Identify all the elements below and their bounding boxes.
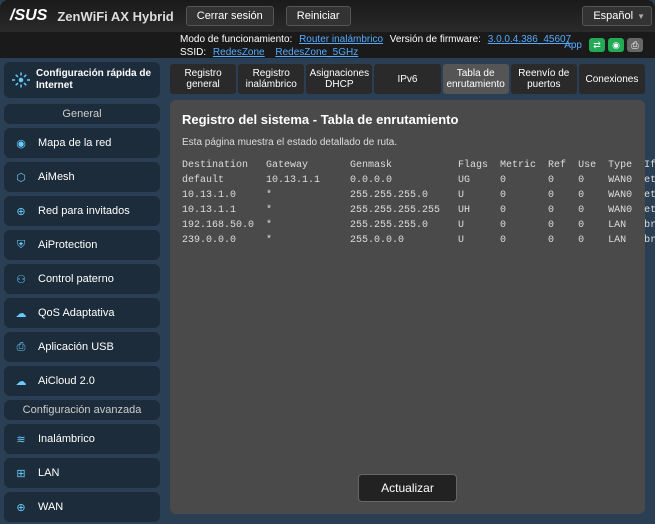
top-bar: /SUS ZenWiFi AX Hybrid Cerrar sesión Rei… — [0, 0, 655, 32]
tab-dhcp[interactable]: Asignaciones DHCP — [306, 64, 372, 94]
logout-button[interactable]: Cerrar sesión — [186, 6, 274, 26]
nav-wan-label: WAN — [38, 501, 63, 513]
nav-parental-icon: ⚇ — [12, 270, 30, 288]
nav-wireless[interactable]: ≋ Inalámbrico — [4, 424, 160, 454]
nav-network-map-icon: ◉ — [12, 134, 30, 152]
update-button[interactable]: Actualizar — [358, 474, 457, 502]
nav-network-map[interactable]: ◉ Mapa de la red — [4, 128, 160, 158]
nav-wireless-label: Inalámbrico — [38, 433, 95, 445]
nav-network-map-label: Mapa de la red — [38, 137, 111, 149]
panel: Registro del sistema - Tabla de enrutami… — [170, 100, 645, 514]
nav-aicloud-label: AiCloud 2.0 — [38, 375, 95, 387]
nav-wan-icon: ⊕ — [12, 498, 30, 516]
sidebar: Configuración rápida de Internet General… — [0, 58, 164, 524]
nav-aiprotection[interactable]: ⛨ AiProtection — [4, 230, 160, 260]
tab-portfwd[interactable]: Reenvío de puertos — [511, 64, 577, 94]
section-general: General — [4, 104, 160, 124]
status-icon-2[interactable]: ◉ — [608, 38, 624, 52]
nav-usb-label: Aplicación USB — [38, 341, 114, 353]
nav-guest-icon: ⊕ — [12, 202, 30, 220]
status-icon-3[interactable]: ⎙ — [627, 38, 643, 52]
tab-routing[interactable]: Tabla de enrutamiento — [443, 64, 509, 94]
nav-qos[interactable]: ☁ QoS Adaptativa — [4, 298, 160, 328]
nav-parental[interactable]: ⚇ Control paterno — [4, 264, 160, 294]
tab-wireless[interactable]: Registro inalámbrico — [238, 64, 304, 94]
nav-aiprotection-label: AiProtection — [38, 239, 97, 251]
gear-wrench-icon — [12, 68, 30, 92]
reboot-button[interactable]: Reiniciar — [286, 6, 351, 26]
mode-link[interactable]: Router inalámbrico — [299, 34, 383, 45]
app-link[interactable]: App — [560, 38, 586, 52]
ssid-link-0[interactable]: RedesZone — [213, 47, 265, 58]
tab-general[interactable]: Registro general — [170, 64, 236, 94]
model-name: ZenWiFi AX Hybrid — [57, 9, 173, 24]
nav-aicloud-icon: ☁ — [12, 372, 30, 390]
nav-guest-label: Red para invitados — [38, 205, 130, 217]
chevron-down-icon: ▼ — [637, 12, 645, 21]
tab-bar: Registro generalRegistro inalámbricoAsig… — [170, 64, 645, 94]
main-content: Registro generalRegistro inalámbricoAsig… — [164, 58, 655, 524]
quick-setup-label: Configuración rápida de Internet — [36, 68, 152, 92]
nav-qos-label: QoS Adaptativa — [38, 307, 114, 319]
brand-logo: /SUS — [10, 7, 47, 25]
nav-wan[interactable]: ⊕ WAN — [4, 492, 160, 522]
nav-wireless-icon: ≋ — [12, 430, 30, 448]
tab-ipv6[interactable]: IPv6 — [374, 64, 440, 94]
mode-label: Modo de funcionamiento: — [180, 34, 292, 45]
fw-link[interactable]: 3.0.0.4.386_45607 — [488, 34, 571, 45]
nav-lan-label: LAN — [38, 467, 59, 479]
nav-qos-icon: ☁ — [12, 304, 30, 322]
nav-guest[interactable]: ⊕ Red para invitados — [4, 196, 160, 226]
nav-usb[interactable]: ⎙ Aplicación USB — [4, 332, 160, 362]
panel-title: Registro del sistema - Tabla de enrutami… — [182, 112, 633, 127]
section-advanced: Configuración avanzada — [4, 400, 160, 420]
nav-parental-label: Control paterno — [38, 273, 114, 285]
nav-aimesh-label: AiMesh — [38, 171, 75, 183]
nav-aiprotection-icon: ⛨ — [12, 236, 30, 254]
ssid-link-1[interactable]: RedesZone_5GHz — [275, 47, 358, 58]
nav-aimesh-icon: ⬡ — [12, 168, 30, 186]
panel-desc: Esta página muestra el estado detallado … — [182, 137, 633, 148]
fw-label: Versión de firmware: — [390, 34, 481, 45]
ssid-label: SSID: — [180, 47, 206, 58]
status-icon-1[interactable]: ⇄ — [589, 38, 605, 52]
info-bar: Modo de funcionamiento: Router inalámbri… — [0, 32, 655, 58]
nav-usb-icon: ⎙ — [12, 338, 30, 356]
tab-conn[interactable]: Conexiones — [579, 64, 645, 94]
nav-aicloud[interactable]: ☁ AiCloud 2.0 — [4, 366, 160, 396]
nav-lan-icon: ⊞ — [12, 464, 30, 482]
nav-aimesh[interactable]: ⬡ AiMesh — [4, 162, 160, 192]
nav-lan[interactable]: ⊞ LAN — [4, 458, 160, 488]
routing-table: Destination Gateway Genmask Flags Metric… — [182, 158, 633, 248]
quick-setup[interactable]: Configuración rápida de Internet — [4, 62, 160, 98]
